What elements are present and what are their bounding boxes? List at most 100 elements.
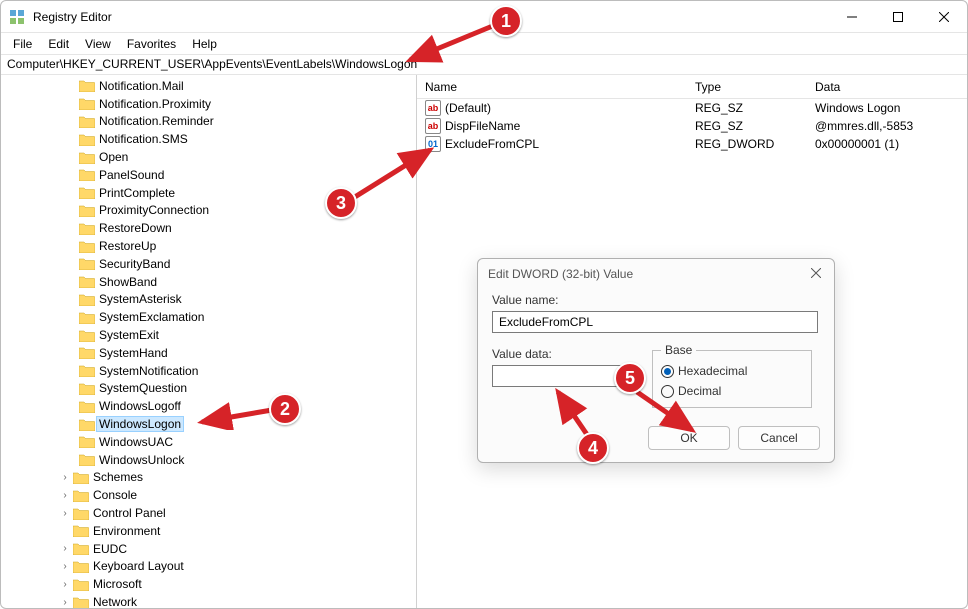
value-row[interactable]: ab DispFileName REG_SZ@mmres.dll,-5853 — [417, 117, 967, 135]
menu-favorites[interactable]: Favorites — [119, 35, 184, 53]
tree-item-label: SystemExit — [99, 328, 159, 342]
folder-icon — [79, 240, 95, 253]
window-controls — [829, 1, 967, 33]
tree-item[interactable]: Notification.Mail — [1, 77, 416, 95]
menu-help[interactable]: Help — [184, 35, 225, 53]
tree-item[interactable]: ShowBand — [1, 273, 416, 291]
tree-item[interactable]: Notification.Proximity — [1, 95, 416, 113]
chevron-icon: › — [59, 490, 71, 501]
tree-item[interactable]: SystemExclamation — [1, 308, 416, 326]
tree-item[interactable]: ›Network — [1, 593, 416, 608]
value-name: DispFileName — [445, 119, 520, 133]
col-data[interactable]: Data — [807, 80, 967, 94]
folder-icon — [79, 400, 95, 413]
tree-item[interactable]: RestoreUp — [1, 237, 416, 255]
close-button[interactable] — [921, 1, 967, 33]
minimize-button[interactable] — [829, 1, 875, 33]
chevron-icon: › — [59, 508, 71, 519]
string-value-icon: ab — [425, 118, 441, 134]
annotation-badge-5: 5 — [614, 362, 646, 394]
arrow-3 — [345, 140, 445, 210]
annotation-badge-3: 3 — [325, 187, 357, 219]
tree-item-label: SystemAsterisk — [99, 292, 182, 306]
arrow-5 — [632, 390, 702, 440]
value-rows: ab(Default)REG_SZWindows Logonab DispFile… — [417, 99, 967, 153]
tree-item[interactable]: RestoreDown — [1, 219, 416, 237]
tree-item[interactable]: SystemExit — [1, 326, 416, 344]
tree-item-label: SystemNotification — [99, 364, 198, 378]
folder-icon — [79, 382, 95, 395]
tree-item[interactable]: SecurityBand — [1, 255, 416, 273]
dialog-titlebar: Edit DWORD (32-bit) Value — [478, 259, 834, 289]
folder-icon — [79, 133, 95, 146]
tree-item[interactable]: SystemAsterisk — [1, 291, 416, 309]
tree-item[interactable]: ›Schemes — [1, 469, 416, 487]
value-row[interactable]: ab(Default)REG_SZWindows Logon — [417, 99, 967, 117]
tree-item[interactable]: SystemHand — [1, 344, 416, 362]
folder-icon — [79, 364, 95, 377]
folder-icon — [73, 524, 89, 537]
tree-item[interactable]: › Control Panel — [1, 504, 416, 522]
tree-item[interactable]: SystemQuestion — [1, 380, 416, 398]
folder-icon — [79, 346, 95, 359]
folder-icon — [79, 97, 95, 110]
tree-item[interactable]: WindowsUnlock — [1, 451, 416, 469]
tree-item-label: EUDC — [93, 542, 127, 556]
tree-item[interactable]: ›Keyboard Layout — [1, 558, 416, 576]
tree-item-label: Microsoft — [93, 577, 142, 591]
folder-icon — [79, 435, 95, 448]
tree-item-label: PrintComplete — [99, 186, 175, 200]
col-type[interactable]: Type — [687, 80, 807, 94]
maximize-button[interactable] — [875, 1, 921, 33]
dialog-close-button[interactable] — [808, 267, 824, 281]
value-name-field[interactable] — [492, 311, 818, 333]
tree-item-label: Keyboard Layout — [93, 559, 184, 573]
annotation-badge-1: 1 — [490, 5, 522, 37]
annotation-badge-2: 2 — [269, 393, 301, 425]
folder-icon — [79, 168, 95, 181]
folder-icon — [73, 560, 89, 573]
tree-item[interactable]: SystemNotification — [1, 362, 416, 380]
radio-dot-icon — [661, 365, 674, 378]
menu-file[interactable]: File — [5, 35, 40, 53]
tree-item-label: ShowBand — [99, 275, 157, 289]
tree-item-label: Console — [93, 488, 137, 502]
tree-item[interactable]: WindowsUAC — [1, 433, 416, 451]
tree-item[interactable]: › Console — [1, 486, 416, 504]
tree-item-label: PanelSound — [99, 168, 164, 182]
tree-item-label: ProximityConnection — [99, 203, 209, 217]
tree-item-label: WindowsLogoff — [99, 399, 181, 413]
tree-item-label: WindowsUnlock — [99, 453, 184, 467]
tree-item-label: Open — [99, 150, 128, 164]
value-data: Windows Logon — [807, 101, 967, 115]
menu-edit[interactable]: Edit — [40, 35, 77, 53]
tree-item-label: RestoreUp — [99, 239, 156, 253]
folder-icon — [79, 115, 95, 128]
folder-icon — [79, 222, 95, 235]
string-value-icon: ab — [425, 100, 441, 116]
tree-item-label: SystemQuestion — [99, 381, 187, 395]
value-data: @mmres.dll,-5853 — [807, 119, 967, 133]
folder-icon — [73, 578, 89, 591]
tree-item-label: RestoreDown — [99, 221, 172, 235]
cancel-button[interactable]: Cancel — [738, 426, 820, 450]
tree-item-label: Notification.Reminder — [99, 114, 214, 128]
tree-item[interactable]: › EUDC — [1, 540, 416, 558]
value-name: ExcludeFromCPL — [445, 137, 539, 151]
folder-icon — [79, 293, 95, 306]
value-type: REG_DWORD — [687, 137, 807, 151]
tree-item-label: Network — [93, 595, 137, 608]
tree-item[interactable]: Notification.Reminder — [1, 113, 416, 131]
tree-item-label: Schemes — [93, 470, 143, 484]
menu-view[interactable]: View — [77, 35, 119, 53]
value-type: REG_SZ — [687, 119, 807, 133]
value-row[interactable]: 01ExcludeFromCPLREG_DWORD0x00000001 (1) — [417, 135, 967, 153]
tree-item[interactable]: Environment — [1, 522, 416, 540]
radio-hexadecimal[interactable]: Hexadecimal — [661, 361, 803, 381]
tree-item-label: Control Panel — [93, 506, 166, 520]
folder-icon — [73, 596, 89, 609]
chevron-icon: › — [59, 543, 71, 554]
tree-item[interactable]: ›Microsoft — [1, 575, 416, 593]
col-name[interactable]: Name — [417, 80, 687, 94]
chevron-icon — [59, 525, 71, 536]
